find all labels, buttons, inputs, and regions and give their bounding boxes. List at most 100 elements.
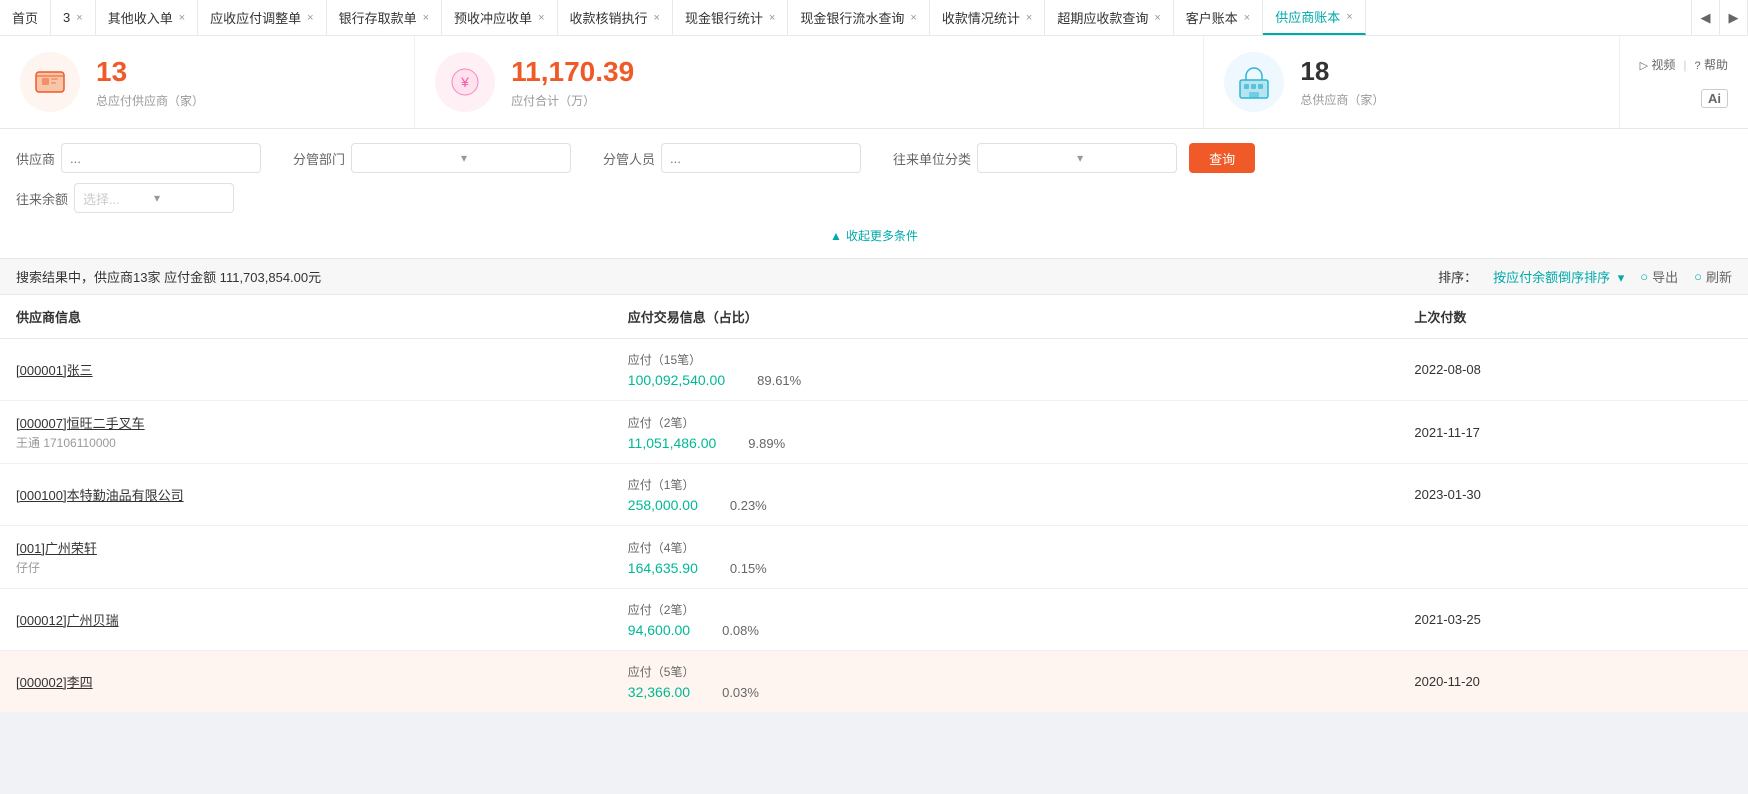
cell-supplier-1: [000007]恒旺二手叉车 王通 17106110000 [0, 401, 612, 464]
summary-icon-3 [1224, 52, 1284, 112]
tab-customer-book-close[interactable]: × [1244, 12, 1250, 24]
summary-card-amount: ¥ 11,170.39 应付合计（万） [415, 36, 1204, 128]
filter-category: 往来单位分类 ▾ [893, 143, 1177, 173]
category-select[interactable]: ▾ [977, 143, 1177, 173]
sort-select[interactable]: 按应付余额倒序排序 ▾ [1493, 267, 1624, 286]
tab-receipt-stats[interactable]: 收款情况统计 × [930, 0, 1045, 35]
card-info-3: 18 总供应商（家） [1300, 56, 1384, 108]
tab-home[interactable]: 首页 [0, 0, 51, 35]
collapse-button[interactable]: ▲ 收起更多条件 [830, 223, 918, 248]
cell-transaction-5: 应付（5笔） 32,366.00 0.03% [612, 651, 1311, 713]
nav-arrow-left[interactable]: ◀ [1692, 0, 1720, 36]
tab-bank-deposit-close[interactable]: × [423, 12, 429, 24]
help-icon: ? [1695, 60, 1701, 72]
amount-value-5[interactable]: 32,366.00 [628, 684, 690, 700]
tab-cash-flow[interactable]: 现金银行流水查询 × [788, 0, 929, 35]
export-button[interactable]: ○ 导出 [1640, 267, 1678, 286]
top-nav: 首页 3 × 其他收入单 × 应收应付调整单 × 银行存取款单 × 预收冲应收单… [0, 0, 1748, 36]
card-label-3: 总供应商（家） [1300, 91, 1384, 108]
tab-cash-stats-close[interactable]: × [769, 12, 775, 24]
last-date-0: 2022-08-08 [1414, 362, 1481, 377]
supplier-link-2[interactable]: [000100]本特勤油品有限公司 [16, 485, 596, 504]
tab-overdue-ar-close[interactable]: × [1154, 12, 1160, 24]
supplier-link-4[interactable]: [000012]广州贝瑞 [16, 610, 596, 629]
summary-card-suppliers: 13 总应付供应商（家） [0, 36, 415, 128]
summary-top-right: ▷ 视频 | ? 帮助 Ai [1620, 48, 1748, 116]
tab-cash-stats[interactable]: 现金银行统计 × [673, 0, 788, 35]
percentage-5: 0.03% [722, 685, 759, 700]
cell-transaction-3: 应付（4笔） 164,635.90 0.15% [612, 526, 1311, 589]
cell-supplier-0: [000001]张三 [0, 339, 612, 401]
trans-label-1: 应付（2笔） [628, 414, 1295, 431]
filter-person-label: 分管人员 [603, 149, 655, 168]
tab-overdue-ar[interactable]: 超期应收款查询 × [1045, 0, 1173, 35]
card-value-2: 11,170.39 [511, 55, 634, 89]
tab-supplier-book-close[interactable]: × [1346, 11, 1352, 23]
tab-payment-exec[interactable]: 收款核销执行 × [558, 0, 673, 35]
tab-receipt-stats-close[interactable]: × [1026, 12, 1032, 24]
sort-label: 排序： [1438, 267, 1477, 286]
tab-customer-book[interactable]: 客户账本 × [1174, 0, 1263, 35]
cell-transaction-4: 应付（2笔） 94,600.00 0.08% [612, 589, 1311, 651]
cell-spacer-0 [1311, 339, 1398, 401]
supplier-link-1[interactable]: [000007]恒旺二手叉车 [16, 413, 596, 432]
nav-arrow-right[interactable]: ▶ [1720, 0, 1748, 36]
last-date-2: 2023-01-30 [1414, 487, 1481, 502]
supplier-link-3[interactable]: [001]广州荣轩 [16, 538, 596, 557]
collapse-up-icon: ▲ [830, 229, 842, 243]
amount-value-3[interactable]: 164,635.90 [628, 560, 698, 576]
main-table: 供应商信息 应付交易信息（占比） 上次付数 [000001]张三 应付（15笔）… [0, 295, 1748, 713]
percentage-3: 0.15% [730, 561, 767, 576]
trans-label-3: 应付（4笔） [628, 539, 1295, 556]
tab-payment-exec-close[interactable]: × [654, 12, 660, 24]
result-actions: 排序： 按应付余额倒序排序 ▾ ○ 导出 ○ 刷新 [1438, 267, 1732, 286]
tab-advance-receipt-close[interactable]: × [538, 12, 544, 24]
tab-other-income[interactable]: 其他收入单 × [96, 0, 198, 35]
filter-dept: 分管部门 ▾ [293, 143, 571, 173]
tab-supplier-book[interactable]: 供应商账本 × [1263, 0, 1365, 35]
cell-spacer-5 [1311, 651, 1398, 713]
percentage-1: 9.89% [748, 436, 785, 451]
query-button[interactable]: 查询 [1189, 143, 1255, 173]
video-link[interactable]: ▷ 视频 [1640, 56, 1676, 73]
supplier-input[interactable] [61, 143, 261, 173]
supplier-link-0[interactable]: [000001]张三 [16, 360, 596, 379]
tab-ar-ap-adjust[interactable]: 应收应付调整单 × [198, 0, 326, 35]
cell-transaction-0: 应付（15笔） 100,092,540.00 89.61% [612, 339, 1311, 401]
ai-badge[interactable]: Ai [1708, 91, 1721, 106]
card-label-2: 应付合计（万） [511, 92, 634, 109]
amount-value-2[interactable]: 258,000.00 [628, 497, 698, 513]
tab-ar-ap-adjust-close[interactable]: × [307, 12, 313, 24]
cell-supplier-4: [000012]广州贝瑞 [0, 589, 612, 651]
last-date-4: 2021-03-25 [1414, 612, 1481, 627]
cell-last-date-3 [1398, 526, 1748, 589]
refresh-button[interactable]: ○ 刷新 [1694, 267, 1732, 286]
supplier-link-5[interactable]: [000002]李四 [16, 672, 596, 691]
svg-text:¥: ¥ [460, 74, 469, 90]
col-transaction-info: 应付交易信息（占比） [612, 295, 1311, 339]
tab-other-income-close[interactable]: × [179, 12, 185, 24]
cell-transaction-2: 应付（1笔） 258,000.00 0.23% [612, 464, 1311, 526]
table-row: [000007]恒旺二手叉车 王通 17106110000 应付（2笔） 11,… [0, 401, 1748, 464]
card-value-3: 18 [1300, 56, 1384, 87]
card-info-2: 11,170.39 应付合计（万） [511, 55, 634, 110]
amount-value-1[interactable]: 11,051,486.00 [628, 435, 717, 451]
person-input[interactable] [661, 143, 861, 173]
nav-arrows: ◀ ▶ [1691, 0, 1748, 36]
dept-select[interactable]: ▾ [351, 143, 571, 173]
tab-advance-receipt[interactable]: 预收冲应收单 × [442, 0, 557, 35]
tab-3-close[interactable]: × [76, 12, 82, 24]
tab-3[interactable]: 3 × [51, 0, 96, 35]
help-link[interactable]: ? 帮助 [1695, 56, 1728, 73]
amount-value-0[interactable]: 100,092,540.00 [628, 372, 725, 388]
amount-value-4[interactable]: 94,600.00 [628, 622, 690, 638]
balance-placeholder: 选择... [83, 189, 154, 208]
table-row: [000100]本特勤油品有限公司 应付（1笔） 258,000.00 0.23… [0, 464, 1748, 526]
sep: | [1683, 58, 1686, 72]
col-supplier-info: 供应商信息 [0, 295, 612, 339]
cell-supplier-3: [001]广州荣轩 仔仔 [0, 526, 612, 589]
tab-cash-flow-close[interactable]: × [910, 12, 916, 24]
tab-bank-deposit[interactable]: 银行存取款单 × [327, 0, 442, 35]
cell-supplier-2: [000100]本特勤油品有限公司 [0, 464, 612, 526]
balance-select[interactable]: 选择... ▾ [74, 183, 234, 213]
